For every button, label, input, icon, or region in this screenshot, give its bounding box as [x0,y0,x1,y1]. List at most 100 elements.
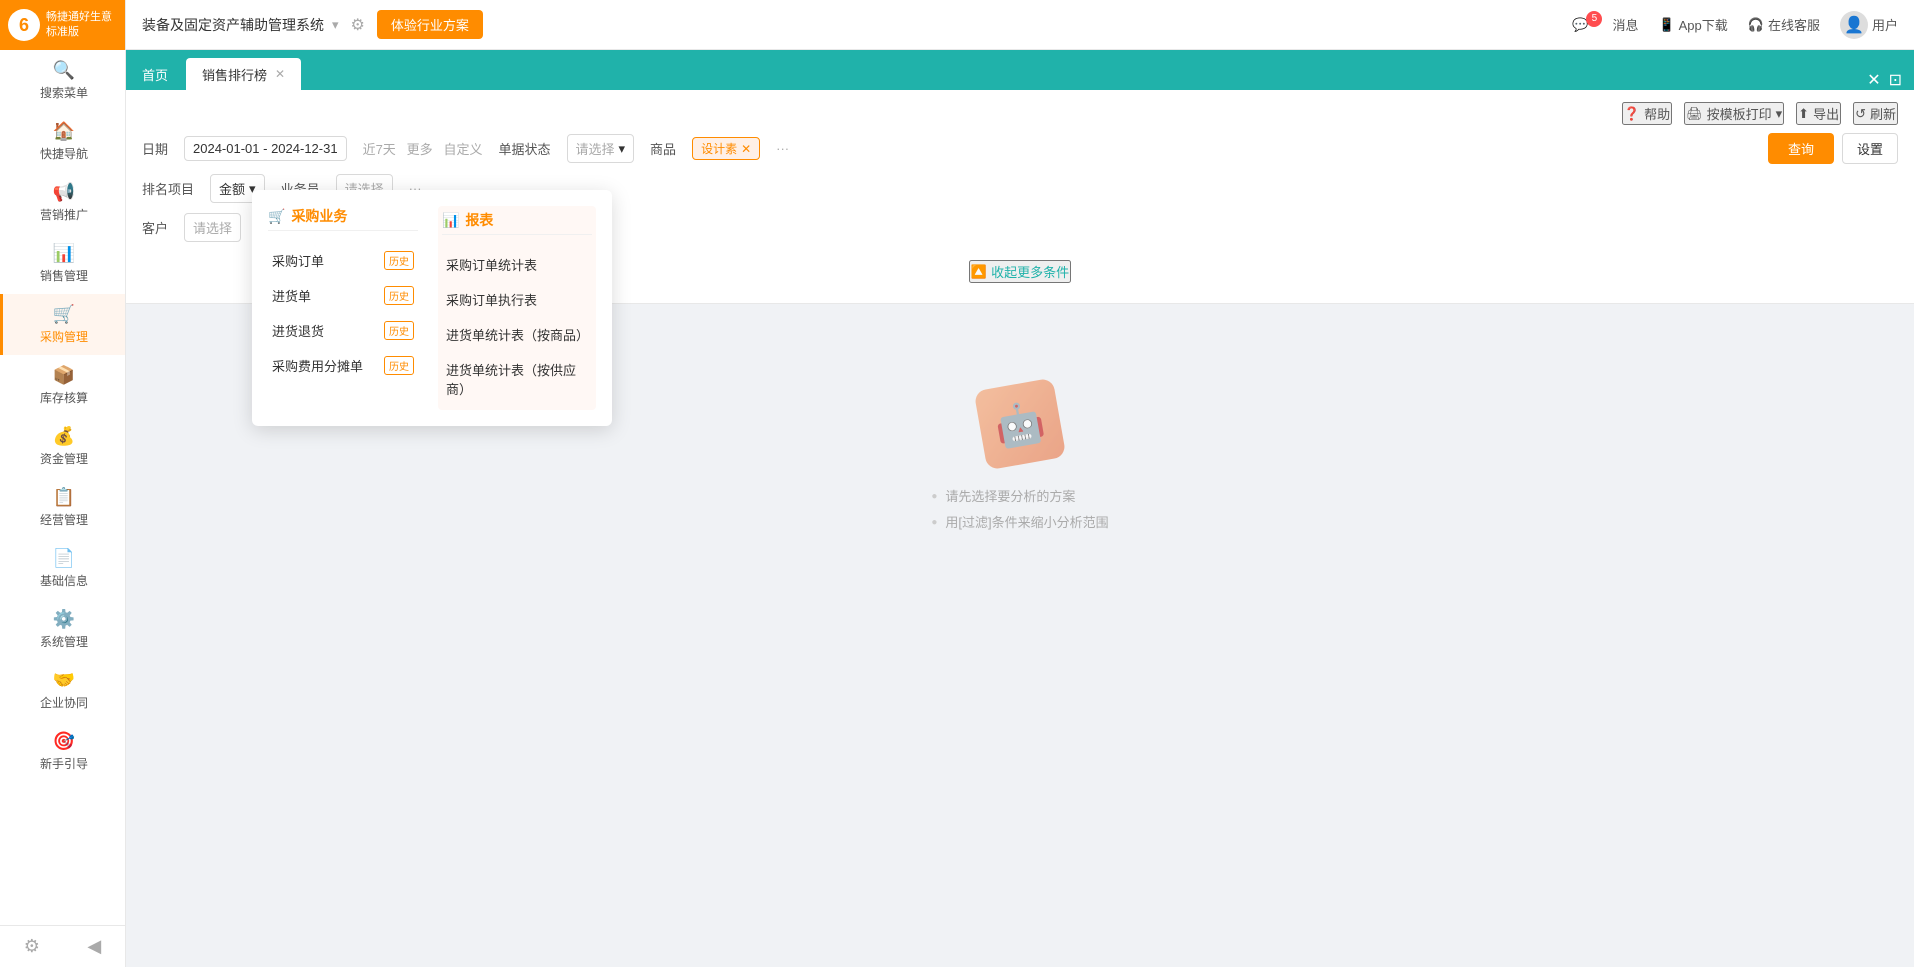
dropdown-item-incoming-by-goods[interactable]: 进货单统计表（按商品） [442,317,592,352]
history-badge-4: 历史 [384,356,414,375]
sidebar-item-quick-nav[interactable]: 🏠 快捷导航 [0,111,125,172]
customer-label: 客户 [142,218,168,237]
solution-button[interactable]: 体验行业方案 [377,10,483,39]
sidebar-item-operations[interactable]: 📋 经营管理 [0,477,125,538]
tab-home[interactable]: 首页 [126,58,184,90]
print-dropdown-icon: ▾ [1776,106,1783,122]
dropdown-item-purchase-stat[interactable]: 采购订单统计表 [442,247,592,282]
logo-text: 畅捷通好生意 标准版 [46,10,112,41]
tabbar: 首页 销售排行榜 ✕ ✕ ⊡ [126,50,1914,90]
dropdown-popup: 🛒 采购业务 采购订单 历史 进货单 历史 进货退货 历史 [252,190,612,426]
sidebar-item-system[interactable]: ⚙️ 系统管理 [0,599,125,660]
online-service-item[interactable]: 🎧 在线客服 [1748,15,1820,34]
marketing-icon: 📢 [53,182,75,203]
quick-nav-label: 快捷导航 [40,145,88,162]
refresh-button[interactable]: ↺ 刷新 [1853,102,1898,125]
tab-sales-ranking[interactable]: 销售排行榜 ✕ [186,58,301,90]
message-item[interactable]: 💬 5 消息 [1572,15,1638,34]
inventory-label: 库存核算 [40,389,88,406]
operations-label: 经营管理 [40,511,88,528]
collapse-button[interactable]: 🔼 收起更多条件 [969,260,1071,283]
print-button[interactable]: 🖨 按模板打印 ▾ [1684,102,1784,125]
customer-select[interactable]: 请选择 [184,213,241,242]
inventory-icon: 📦 [53,365,75,386]
goods-tag-close[interactable]: ✕ [741,142,751,156]
finance-label: 资金管理 [40,450,88,467]
dropdown-item-purchase-order[interactable]: 采购订单 历史 [268,243,418,278]
content-area: ❓ 帮助 🖨 按模板打印 ▾ ⬆ 导出 ↺ 刷新 日 [126,90,1914,967]
message-badge: 5 [1586,11,1602,27]
sidebar-item-enterprise[interactable]: 🤝 企业协同 [0,660,125,721]
date-label: 日期 [142,139,168,158]
dropdown-item-purchase-exec[interactable]: 采购订单执行表 [442,282,592,317]
dropdown-item-return[interactable]: 进货退货 历史 [268,313,418,348]
avatar: 👤 [1840,11,1868,39]
dropdown-item-incoming[interactable]: 进货单 历史 [268,278,418,313]
refresh-icon: ↺ [1855,106,1866,122]
goods-more-icon[interactable]: ··· [776,141,789,156]
report-section-title: 📊 报表 [442,210,592,235]
report-section-icon: 📊 [442,212,459,229]
history-badge: 历史 [384,251,414,270]
empty-hint-2: 用[过滤]条件来缩小分析范围 [931,510,1108,536]
sidebar-item-basic-info[interactable]: 📄 基础信息 [0,538,125,599]
tabbar-right: ✕ ⊡ [1867,70,1914,90]
sidebar-item-finance[interactable]: 💰 资金管理 [0,416,125,477]
sidebar-collapse-btn[interactable]: ◀ [87,936,101,957]
message-label: 消息 [1612,15,1638,34]
topbar-arrow-icon[interactable]: ▾ [332,17,339,33]
dropdown-item-incoming-by-supplier[interactable]: 进货单统计表（按供应商） [442,352,592,406]
sidebar-footer: ⚙ ◀ [0,925,125,967]
toolbar-row: ❓ 帮助 🖨 按模板打印 ▾ ⬆ 导出 ↺ 刷新 [142,102,1898,133]
doc-status-label: 单据状态 [498,139,550,158]
sidebar-item-inventory[interactable]: 📦 库存核算 [0,355,125,416]
tab-maximize-icon[interactable]: ⊡ [1889,70,1902,90]
sidebar-item-search[interactable]: 🔍 搜索菜单 [0,50,125,111]
enterprise-label: 企业协同 [40,694,88,711]
logo-icon: 6 [8,9,40,41]
help-icon: ❓ [1624,106,1640,122]
doc-status-dropdown-icon: ▾ [619,141,626,157]
system-label: 系统管理 [40,633,88,650]
date-value: 2024-01-01 - 2024-12-31 [193,141,338,156]
system-icon: ⚙️ [53,609,75,630]
headset-icon: 🎧 [1748,17,1764,33]
tab-close-icon[interactable]: ✕ [275,67,285,81]
basic-info-label: 基础信息 [40,572,88,589]
enterprise-icon: 🤝 [53,670,75,691]
topbar-settings-icon[interactable]: ⚙ [351,15,365,35]
goods-tag: 设计素 ✕ [692,137,760,160]
filter-row-1: 日期 2024-01-01 - 2024-12-31 近7天 更多 自定义 单据… [142,133,1898,164]
export-icon: ⬆ [1798,106,1809,122]
guide-icon: 🎯 [53,731,75,752]
dropdown-sections: 🛒 采购业务 采购订单 历史 进货单 历史 进货退货 历史 [268,206,596,410]
purchase-section-title: 🛒 采购业务 [268,206,418,231]
topbar-right: 💬 5 消息 📱 App下载 🎧 在线客服 👤 用户 [1572,11,1898,39]
settings-button[interactable]: 设置 [1842,133,1898,164]
topbar: 装备及固定资产辅助管理系统 ▾ ⚙ 体验行业方案 💬 5 消息 📱 App下载 … [126,0,1914,50]
sidebar-item-sales[interactable]: 📊 销售管理 [0,233,125,294]
marketing-label: 营销推广 [40,206,88,223]
goods-label: 商品 [650,139,676,158]
history-badge-3: 历史 [384,321,414,340]
phone-icon: 📱 [1658,17,1674,33]
guide-label: 新手引导 [40,755,88,772]
doc-status-select[interactable]: 请选择 ▾ [567,134,635,163]
date-range-select[interactable]: 2024-01-01 - 2024-12-31 [184,136,347,161]
help-button[interactable]: ❓ 帮助 [1622,102,1672,125]
sidebar-logo: 6 畅捷通好生意 标准版 [0,0,125,50]
sidebar-item-marketing[interactable]: 📢 营销推广 [0,172,125,233]
tab-close-window-icon[interactable]: ✕ [1867,70,1880,90]
sidebar-item-purchase[interactable]: 🛒 采购管理 [0,294,125,355]
ranking-label: 排名项目 [142,179,194,198]
app-download-item[interactable]: 📱 App下载 [1658,15,1727,34]
dropdown-item-expense[interactable]: 采购费用分摊单 历史 [268,348,418,383]
query-button[interactable]: 查询 [1768,133,1834,164]
sidebar-settings-btn[interactable]: ⚙ [24,936,40,957]
user-item[interactable]: 👤 用户 [1840,11,1898,39]
sidebar-item-guide[interactable]: 🎯 新手引导 [0,721,125,782]
search-label: 搜索菜单 [40,84,88,101]
export-button[interactable]: ⬆ 导出 [1796,102,1841,125]
sidebar-nav: 🔍 搜索菜单 🏠 快捷导航 📢 营销推广 📊 销售管理 🛒 采购管理 📦 库存核… [0,50,125,925]
purchase-icon: 🛒 [53,304,75,325]
